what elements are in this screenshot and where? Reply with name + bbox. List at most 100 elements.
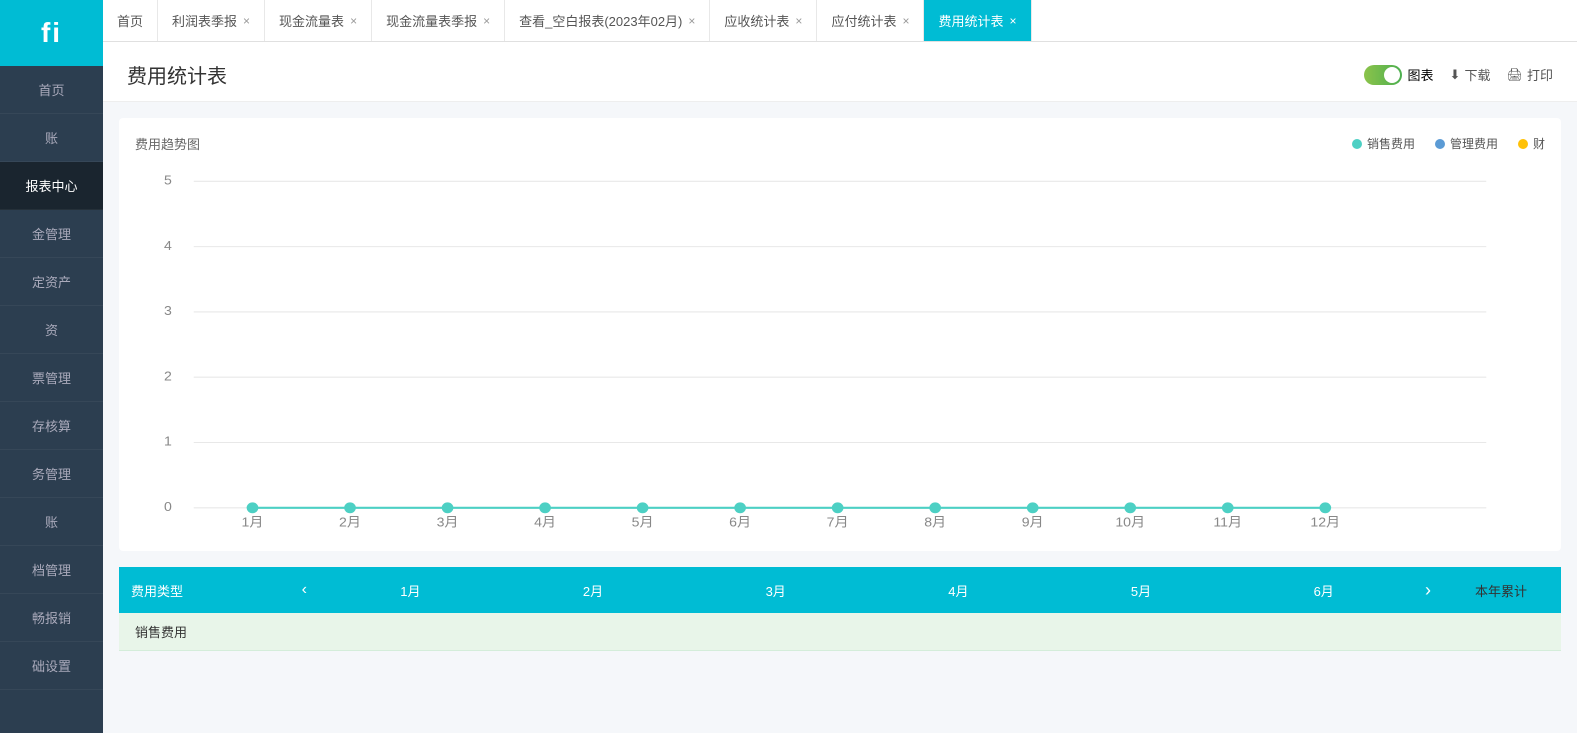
- svg-text:11月: 11月: [1213, 515, 1242, 529]
- table-cell-m1: [319, 624, 506, 640]
- print-button[interactable]: 🖨 打印: [1506, 65, 1553, 84]
- tab-profit-quarterly-label: 利润表季报: [172, 11, 237, 30]
- sidebar-item-fixed-assets[interactable]: 定资产: [0, 258, 103, 306]
- sidebar-item-service-mgmt[interactable]: 务管理: [0, 450, 103, 498]
- svg-text:5月: 5月: [632, 515, 654, 529]
- legend-sales-dot: [1352, 139, 1362, 149]
- sidebar: fi 首页 账 报表中心 金管理 定资产 资 票管理 存核算 务管理 账 档管理…: [0, 0, 103, 733]
- table-header-month-3: 3月: [684, 581, 867, 600]
- sidebar-item-basic-settings[interactable]: 础设置: [0, 642, 103, 690]
- tab-profit-quarterly[interactable]: 利润表季报 ×: [158, 0, 265, 41]
- svg-text:3: 3: [164, 304, 172, 318]
- tab-cashflow-close[interactable]: ×: [350, 14, 357, 28]
- svg-text:4: 4: [164, 238, 172, 252]
- table-header-month-2: 2月: [502, 581, 685, 600]
- page-header: 费用统计表 图表 ⬇ 下载 🖨 打印: [103, 42, 1577, 102]
- table-header-type: 费用类型 ‹: [119, 581, 319, 600]
- legend-sales: 销售费用: [1352, 135, 1415, 152]
- table-header-type-label: 费用类型: [131, 581, 183, 600]
- table-header-month-4: 4月: [867, 581, 1050, 600]
- sidebar-item-inventory[interactable]: 存核算: [0, 402, 103, 450]
- sidebar-item-account[interactable]: 账: [0, 114, 103, 162]
- sidebar-item-archive-mgmt[interactable]: 档管理: [0, 546, 103, 594]
- table-cell-type: 销售费用: [119, 614, 319, 649]
- chart-section: 费用趋势图 销售费用 管理费用 财: [119, 118, 1561, 551]
- chart-legend: 销售费用 管理费用 财: [1352, 135, 1545, 152]
- svg-text:1: 1: [164, 434, 172, 448]
- page-title: 费用统计表: [127, 60, 227, 89]
- tab-blank-report[interactable]: 查看_空白报表(2023年02月) ×: [505, 0, 710, 41]
- main-area: 首页 利润表季报 × 现金流量表 × 现金流量表季报 × 查看_空白报表(202…: [103, 0, 1577, 733]
- svg-text:2: 2: [164, 369, 172, 383]
- chart-container: 5 4 3 2 1 0 1月 2月 3月: [135, 165, 1545, 535]
- svg-text:3月: 3月: [437, 515, 459, 529]
- table-cell-m3: [693, 624, 880, 640]
- tab-bar: 首页 利润表季报 × 现金流量表 × 现金流量表季报 × 查看_空白报表(202…: [103, 0, 1577, 42]
- table-section: 费用类型 ‹ 1月 2月 3月 4月 5月 6月 › 本年累计 销售费用: [119, 567, 1561, 651]
- chart-toggle[interactable]: [1364, 65, 1402, 85]
- svg-text:10月: 10月: [1115, 515, 1145, 529]
- tab-cashflow[interactable]: 现金流量表 ×: [265, 0, 372, 41]
- tab-cashflow-quarterly[interactable]: 现金流量表季报 ×: [372, 0, 505, 41]
- download-icon: ⬇: [1450, 67, 1461, 83]
- tab-home-label: 首页: [117, 11, 143, 30]
- svg-text:5: 5: [164, 173, 172, 187]
- legend-finance-label: 财: [1533, 135, 1545, 152]
- table-header-month-1: 1月: [319, 581, 502, 600]
- tab-profit-quarterly-close[interactable]: ×: [243, 14, 250, 28]
- table-cell-m4: [880, 624, 1067, 640]
- tab-receivable-label: 应收统计表: [724, 11, 789, 30]
- tab-payable-label: 应付统计表: [831, 11, 896, 30]
- table-prev-arrow[interactable]: ‹: [302, 581, 307, 599]
- tab-expense-stats-label: 费用统计表: [938, 11, 1003, 30]
- sidebar-item-home[interactable]: 首页: [0, 66, 103, 114]
- legend-admin-dot: [1435, 139, 1445, 149]
- table-next-arrow[interactable]: ›: [1415, 580, 1441, 601]
- tab-expense-stats[interactable]: 费用统计表 ×: [924, 0, 1031, 41]
- download-label: 下载: [1464, 65, 1490, 84]
- table-header-month-6: 6月: [1232, 581, 1415, 600]
- table-row: 销售费用: [119, 613, 1561, 651]
- legend-admin: 管理费用: [1435, 135, 1498, 152]
- app-logo: fi: [0, 0, 103, 66]
- legend-finance: 财: [1518, 135, 1545, 152]
- svg-text:12月: 12月: [1310, 515, 1340, 529]
- download-button[interactable]: ⬇ 下载: [1450, 65, 1491, 84]
- sidebar-item-report-center[interactable]: 报表中心: [0, 162, 103, 210]
- sidebar-item-fund-mgmt[interactable]: 金管理: [0, 210, 103, 258]
- svg-text:4月: 4月: [534, 515, 556, 529]
- table-cell-m6: [1254, 624, 1441, 640]
- svg-text:6月: 6月: [729, 515, 751, 529]
- legend-admin-label: 管理费用: [1450, 135, 1498, 152]
- chart-title: 费用趋势图: [135, 134, 200, 153]
- sidebar-item-expense[interactable]: 畅报销: [0, 594, 103, 642]
- svg-text:0: 0: [164, 500, 172, 514]
- page-content: 费用统计表 图表 ⬇ 下载 🖨 打印 费用趋势图: [103, 42, 1577, 733]
- tab-blank-report-close[interactable]: ×: [688, 14, 695, 28]
- page-actions: 图表 ⬇ 下载 🖨 打印: [1364, 65, 1553, 85]
- chart-header: 费用趋势图 销售费用 管理费用 财: [135, 134, 1545, 153]
- tab-expense-stats-close[interactable]: ×: [1009, 14, 1016, 28]
- table-header-row: 费用类型 ‹ 1月 2月 3月 4月 5月 6月 › 本年累计: [119, 567, 1561, 613]
- sidebar-item-bill-mgmt[interactable]: 票管理: [0, 354, 103, 402]
- svg-text:2月: 2月: [339, 515, 361, 529]
- tab-payable[interactable]: 应付统计表 ×: [817, 0, 924, 41]
- tab-blank-report-label: 查看_空白报表(2023年02月): [519, 11, 682, 30]
- tab-receivable[interactable]: 应收统计表 ×: [710, 0, 817, 41]
- table-header-year-total: 本年累计: [1441, 573, 1561, 608]
- tab-home[interactable]: 首页: [103, 0, 158, 41]
- sidebar-item-ledger[interactable]: 账: [0, 498, 103, 546]
- tab-receivable-close[interactable]: ×: [795, 14, 802, 28]
- table-cell-m5: [1067, 624, 1254, 640]
- tab-cashflow-quarterly-close[interactable]: ×: [483, 14, 490, 28]
- table-cell-year-total: [1441, 624, 1561, 640]
- chart-toggle-wrap: 图表: [1364, 65, 1434, 85]
- legend-finance-dot: [1518, 139, 1528, 149]
- table-cell-m2: [506, 624, 693, 640]
- tab-payable-close[interactable]: ×: [902, 14, 909, 28]
- tab-cashflow-quarterly-label: 现金流量表季报: [386, 11, 477, 30]
- svg-text:7月: 7月: [827, 515, 849, 529]
- chart-toggle-label: 图表: [1408, 65, 1434, 84]
- legend-sales-label: 销售费用: [1367, 135, 1415, 152]
- sidebar-item-investment[interactable]: 资: [0, 306, 103, 354]
